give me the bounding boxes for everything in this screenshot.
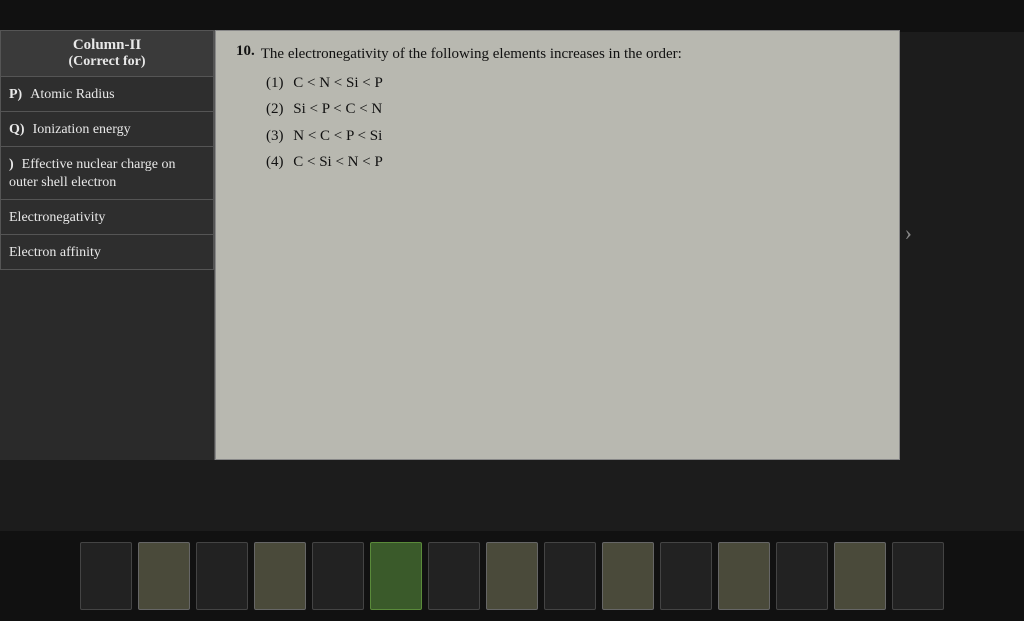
book-6 <box>370 542 422 610</box>
book-8 <box>486 542 538 610</box>
row-electronegativity: Electronegativity <box>0 200 214 235</box>
book-3 <box>196 542 248 610</box>
option-1[interactable]: (1) C < N < Si < P <box>266 72 879 95</box>
option-text-3: N < C < P < Si <box>293 128 382 144</box>
question-block: 10. The electronegativity of the followi… <box>236 43 879 174</box>
option-4[interactable]: (4) C < Si < N < P <box>266 151 879 174</box>
option-num-4: (4) <box>266 154 284 170</box>
row-prefix-2: Q) <box>9 122 25 137</box>
book-11 <box>660 542 712 610</box>
book-4 <box>254 542 306 610</box>
row-text-4: Electronegativity <box>9 210 105 225</box>
row-prefix-1: P) <box>9 87 22 102</box>
option-text-1: C < N < Si < P <box>293 75 383 91</box>
bottom-bar <box>0 531 1024 621</box>
right-panel: 10. The electronegativity of the followi… <box>215 30 900 460</box>
book-14 <box>834 542 886 610</box>
row-text-5: Electron affinity <box>9 245 101 260</box>
row-atomic-radius: P) Atomic Radius <box>0 77 214 112</box>
option-3[interactable]: (3) N < C < P < Si <box>266 125 879 148</box>
main-content: Column-II (Correct for) P) Atomic Radius… <box>0 30 900 460</box>
row-ionization-energy: Q) Ionization energy <box>0 112 214 147</box>
row-effective-nuclear: ) Effective nuclear charge on outer shel… <box>0 147 214 200</box>
book-9 <box>544 542 596 610</box>
row-text-2: Ionization energy <box>33 122 131 137</box>
row-text-1: Atomic Radius <box>30 87 114 102</box>
question-header: 10. The electronegativity of the followi… <box>236 43 879 66</box>
book-13 <box>776 542 828 610</box>
book-2 <box>138 542 190 610</box>
book-15 <box>892 542 944 610</box>
column-title: Column-II <box>5 37 209 54</box>
option-text-2: Si < P < C < N <box>293 101 382 117</box>
options-list: (1) C < N < Si < P (2) Si < P < C < N (3… <box>236 72 879 174</box>
nav-arrow-right[interactable]: › <box>905 220 912 246</box>
column-subtitle: (Correct for) <box>5 54 209 70</box>
question-number: 10. <box>236 43 255 66</box>
book-1 <box>80 542 132 610</box>
option-text-4: C < Si < N < P <box>293 154 383 170</box>
row-text-3: Effective nuclear charge on outer shell … <box>9 157 175 190</box>
row-electron-affinity: Electron affinity <box>0 235 214 270</box>
question-text: The electronegativity of the following e… <box>261 43 682 66</box>
book-10 <box>602 542 654 610</box>
book-7 <box>428 542 480 610</box>
column-header: Column-II (Correct for) <box>0 30 214 77</box>
option-num-1: (1) <box>266 75 284 91</box>
row-prefix-3: ) <box>9 157 14 172</box>
option-num-2: (2) <box>266 101 284 117</box>
book-12 <box>718 542 770 610</box>
left-panel: Column-II (Correct for) P) Atomic Radius… <box>0 30 215 460</box>
option-num-3: (3) <box>266 128 284 144</box>
book-5 <box>312 542 364 610</box>
option-2[interactable]: (2) Si < P < C < N <box>266 98 879 121</box>
top-bar <box>0 0 1024 32</box>
